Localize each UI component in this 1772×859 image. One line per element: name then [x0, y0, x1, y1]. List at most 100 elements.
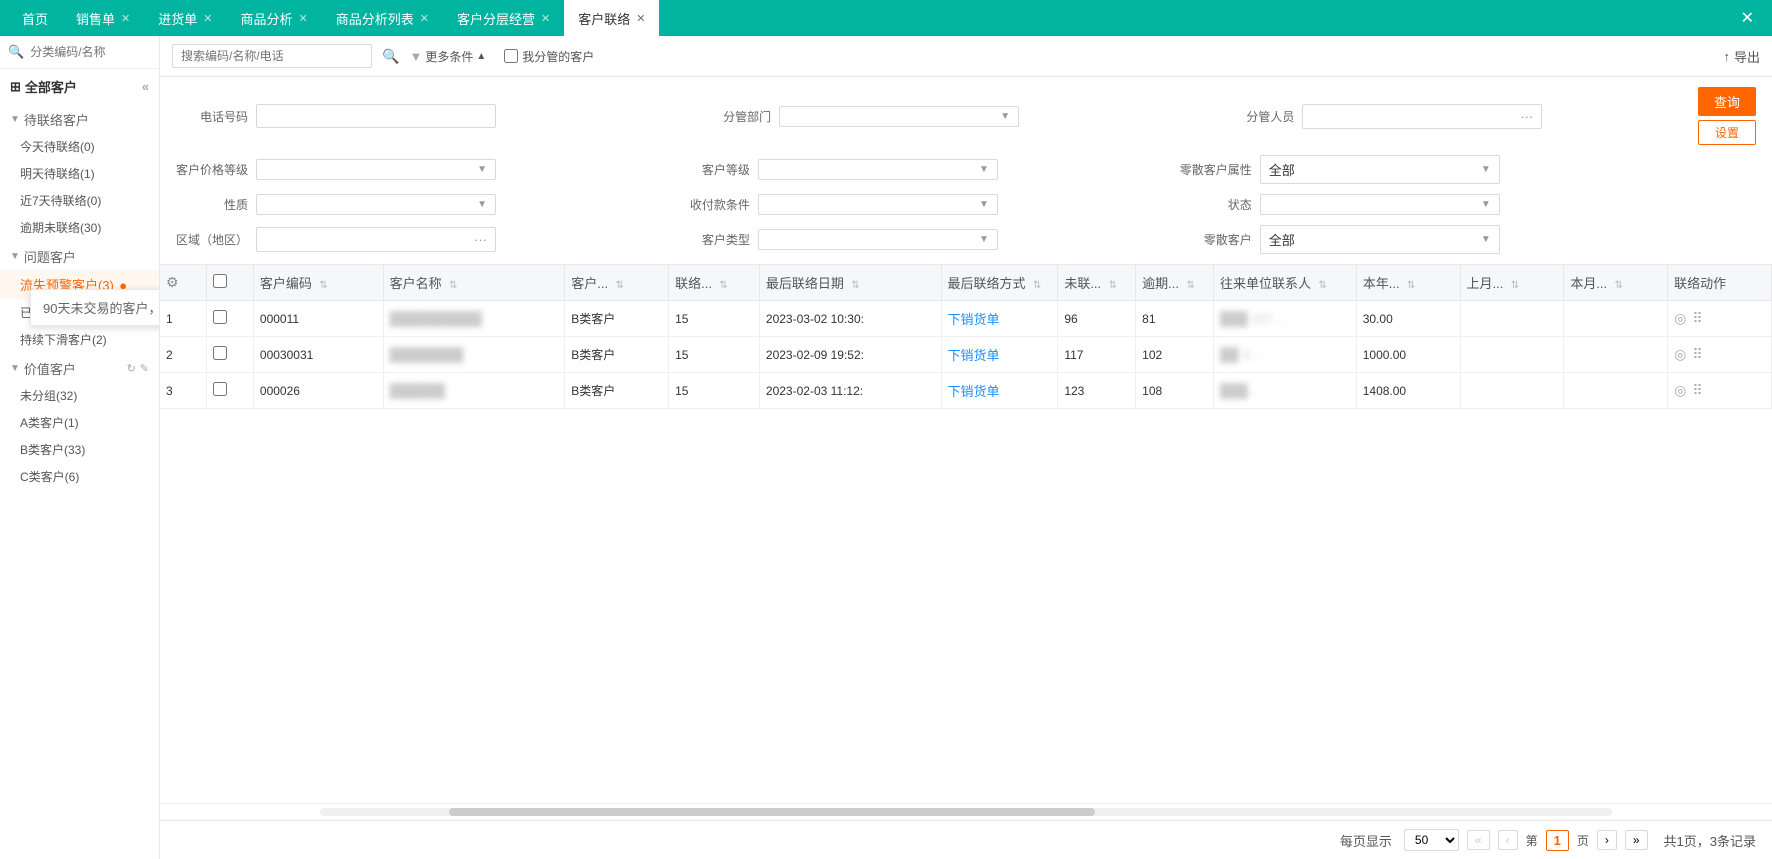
settings-gear-icon[interactable]: ⚙ [166, 274, 179, 290]
th-check[interactable] [207, 265, 254, 301]
row2-check[interactable] [207, 337, 254, 373]
select-all-checkbox[interactable] [213, 274, 227, 288]
th-uncontact[interactable]: 未联... ⇅ [1058, 265, 1136, 301]
th-level[interactable]: 客户... ⇅ [565, 265, 669, 301]
row1-way-link[interactable]: 下销货单 [948, 312, 1000, 327]
sidebar-item-b-class[interactable]: B类客户(33) [0, 436, 159, 463]
row2-way-link[interactable]: 下销货单 [948, 348, 1000, 363]
row1-contact-icon[interactable]: ◎ [1674, 310, 1686, 327]
phone-input[interactable] [256, 104, 496, 128]
nav-analysis-list[interactable]: 商品分析列表 ✕ [322, 0, 443, 36]
th-name[interactable]: 客户名称 ⇅ [383, 265, 565, 301]
contact-sort-icon[interactable]: ⇅ [719, 280, 727, 291]
edit-icon[interactable]: ✎ [140, 362, 149, 375]
row3-way-link[interactable]: 下销货单 [948, 384, 1000, 399]
year-sort-icon[interactable]: ⇅ [1407, 280, 1415, 291]
settings-button[interactable]: 设置 [1698, 120, 1756, 145]
th-code[interactable]: 客户编码 ⇅ [253, 265, 383, 301]
nav-sales-close[interactable]: ✕ [121, 12, 130, 25]
group-problem-customers[interactable]: ▼ 问题客户 [0, 241, 159, 270]
group-value-customers[interactable]: ▼ 价值客户 ↻ ✎ [0, 353, 159, 382]
retail-attr-select[interactable]: 全部 ▼ [1260, 155, 1500, 184]
contacts-sort-icon[interactable]: ⇅ [1318, 280, 1326, 291]
th-settings[interactable]: ⚙ [160, 265, 207, 301]
sidebar-item-tomorrow[interactable]: 明天待联络(1) [0, 160, 159, 187]
row1-more-icon[interactable]: ⠿ [1692, 310, 1702, 327]
code-sort-icon[interactable]: ⇅ [319, 280, 327, 291]
nav-sales[interactable]: 销售单 ✕ [62, 0, 144, 36]
row2-contact-icon[interactable]: ◎ [1674, 346, 1686, 363]
sidebar-item-declining[interactable]: 持续下滑客户(2) [0, 326, 159, 353]
nav-analysis[interactable]: 商品分析 ✕ [226, 0, 321, 36]
scrollbar-thumb[interactable] [449, 808, 1095, 816]
row2-more-icon[interactable]: ⠿ [1692, 346, 1702, 363]
export-button[interactable]: ↑ 导出 [1723, 47, 1760, 66]
row1-checkbox[interactable] [213, 310, 227, 324]
group-pending-contact[interactable]: ▼ 待联络客户 [0, 104, 159, 133]
row3-check[interactable] [207, 373, 254, 409]
search-input[interactable] [172, 44, 372, 68]
date-sort-icon[interactable]: ⇅ [851, 280, 859, 291]
level-sort-icon[interactable]: ⇅ [615, 280, 623, 291]
prev-page-button[interactable]: ‹ [1498, 830, 1518, 850]
sidebar-item-today[interactable]: 今天待联络(0) [0, 133, 159, 160]
name-sort-icon[interactable]: ⇅ [449, 280, 457, 291]
row3-more-icon[interactable]: ⠿ [1692, 382, 1702, 399]
more-conditions-btn[interactable]: 更多条件 [425, 48, 473, 65]
th-contact[interactable]: 联络... ⇅ [669, 265, 760, 301]
th-year[interactable]: 本年... ⇅ [1356, 265, 1460, 301]
refresh-icon[interactable]: ↻ [127, 362, 136, 375]
last-page-button[interactable]: » [1625, 830, 1648, 850]
row1-check[interactable] [207, 301, 254, 337]
sidebar-item-a-class[interactable]: A类客户(1) [0, 409, 159, 436]
type-select[interactable]: ▼ [758, 229, 998, 250]
nav-customer-layer[interactable]: 客户分层经营 ✕ [443, 0, 564, 36]
row3-contact-icon[interactable]: ◎ [1674, 382, 1686, 399]
all-customers-header[interactable]: ⊞ 全部客户 « [0, 69, 159, 104]
search-button[interactable]: 🔍 [382, 48, 399, 65]
way-sort-icon[interactable]: ⇅ [1033, 280, 1041, 291]
nav-purchase[interactable]: 进货单 ✕ [144, 0, 226, 36]
scrollbar-track[interactable] [320, 808, 1612, 816]
per-page-select[interactable]: 50 100 200 [1404, 829, 1459, 851]
th-date[interactable]: 最后联络日期 ⇅ [759, 265, 941, 301]
th-contacts[interactable]: 往来单位联系人 ⇅ [1214, 265, 1357, 301]
th-lastmonth[interactable]: 上月... ⇅ [1460, 265, 1564, 301]
lastmonth-sort-icon[interactable]: ⇅ [1511, 280, 1519, 291]
sidebar-item-ungrouped[interactable]: 未分组(32) [0, 382, 159, 409]
sidebar-item-c-class[interactable]: C类客户(6) [0, 463, 159, 490]
sidebar-collapse-icon[interactable]: « [142, 79, 149, 94]
th-thismonth[interactable]: 本月... ⇅ [1564, 265, 1668, 301]
thismonth-sort-icon[interactable]: ⇅ [1615, 280, 1623, 291]
first-page-button[interactable]: « [1467, 830, 1490, 850]
nature-select[interactable]: ▼ [256, 194, 496, 215]
query-button[interactable]: 查询 [1698, 87, 1756, 116]
row2-checkbox[interactable] [213, 346, 227, 360]
payment-select[interactable]: ▼ [758, 194, 998, 215]
row3-checkbox[interactable] [213, 382, 227, 396]
nav-analysis-close[interactable]: ✕ [299, 12, 308, 25]
dept-select[interactable]: ▼ [779, 106, 1019, 127]
th-way[interactable]: 最后联络方式 ⇅ [941, 265, 1058, 301]
price-level-select[interactable]: ▼ [256, 159, 496, 180]
nav-customer-contact[interactable]: 客户联络 ✕ [564, 0, 659, 36]
uncontact-sort-icon[interactable]: ⇅ [1109, 280, 1117, 291]
th-overdue[interactable]: 逾期... ⇅ [1136, 265, 1214, 301]
horizontal-scrollbar[interactable] [160, 803, 1772, 820]
sidebar-search-input[interactable] [30, 45, 151, 59]
sidebar-item-overdue-contact[interactable]: 逾期未联络(30) [0, 214, 159, 241]
nav-home[interactable]: 首页 [8, 0, 62, 36]
nav-analysis-list-close[interactable]: ✕ [420, 12, 429, 25]
window-close-button[interactable]: ✕ [1731, 8, 1764, 28]
nav-purchase-close[interactable]: ✕ [203, 12, 212, 25]
status-select[interactable]: ▼ [1260, 194, 1500, 215]
customer-level-select[interactable]: ▼ [758, 159, 998, 180]
next-page-button[interactable]: › [1597, 830, 1617, 850]
nav-customer-contact-close[interactable]: ✕ [636, 12, 645, 25]
retail-select[interactable]: 全部 ▼ [1260, 225, 1500, 254]
nav-customer-layer-close[interactable]: ✕ [541, 12, 550, 25]
my-customers-checkbox[interactable] [504, 49, 518, 63]
overdue-sort-icon[interactable]: ⇅ [1186, 280, 1194, 291]
sidebar-item-7days[interactable]: 近7天待联络(0) [0, 187, 159, 214]
person-select[interactable]: ··· [1302, 104, 1542, 129]
